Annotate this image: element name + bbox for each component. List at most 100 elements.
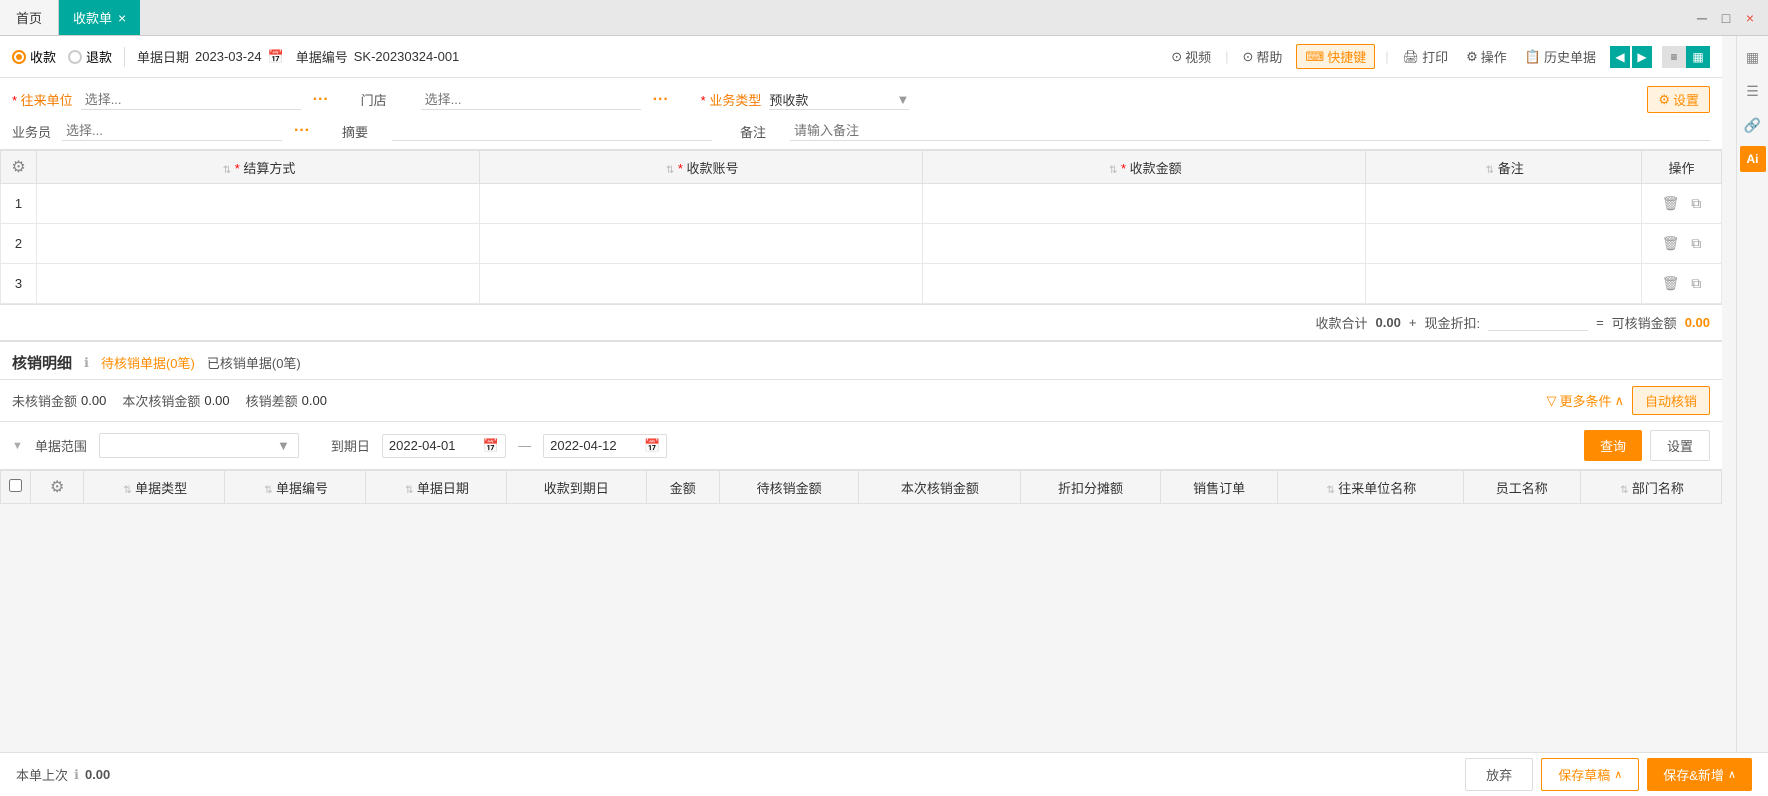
abandon-btn[interactable]: 放弃: [1465, 758, 1533, 791]
filter-right: 查询 设置: [1584, 430, 1710, 461]
footer-left: 本单上次 ℹ 0.00: [16, 765, 110, 784]
separator-1: [124, 47, 125, 67]
counterpart-more-btn[interactable]: ···: [309, 91, 333, 109]
save-draft-btn[interactable]: 保存草稿 ∧: [1541, 758, 1639, 791]
discount-input[interactable]: [1488, 315, 1588, 331]
settle-method-cell-2[interactable]: [37, 224, 480, 264]
store-more-btn[interactable]: ···: [649, 91, 673, 109]
list-view-btn[interactable]: ≡: [1662, 46, 1686, 68]
remark-cell-3[interactable]: [1366, 264, 1642, 304]
calendar-icon[interactable]: 📅: [268, 49, 284, 65]
delete-row-2-icon[interactable]: 🗑: [1662, 235, 1680, 251]
help-btn[interactable]: ⊙ 帮助: [1239, 45, 1287, 68]
unverified-label: 未核销金额: [12, 391, 77, 410]
query-btn[interactable]: 查询: [1584, 430, 1642, 461]
table-row: 2 🗑 ⧉: [1, 224, 1722, 264]
staff-input[interactable]: [62, 121, 282, 141]
store-label: 门店: [361, 90, 413, 109]
summary-input[interactable]: [392, 121, 712, 141]
amount-cell-2[interactable]: [923, 224, 1366, 264]
sort-settle-icon[interactable]: ⇅: [223, 165, 231, 176]
close-window-button[interactable]: ×: [1742, 10, 1758, 26]
date-from-calendar-icon[interactable]: 📅: [483, 438, 499, 454]
date-to-calendar-icon[interactable]: 📅: [644, 438, 660, 454]
date-from-input[interactable]: [389, 438, 479, 453]
sidebar-attachment-icon[interactable]: 🔗: [1740, 112, 1766, 138]
history-btn[interactable]: 📋 历史单据: [1521, 45, 1600, 68]
remark-cell-2[interactable]: [1366, 224, 1642, 264]
employee-col: 员工名称: [1463, 471, 1581, 504]
table-settings-icon[interactable]: ⚙: [11, 159, 25, 176]
current-verify-stat: 本次核销金额 0.00: [122, 391, 229, 410]
copy-row-3-icon[interactable]: ⧉: [1691, 275, 1701, 291]
sort-remark-icon[interactable]: ⇅: [1486, 165, 1494, 176]
date-to-input[interactable]: [550, 438, 640, 453]
done-tab[interactable]: 已核销单据(0笔): [207, 353, 301, 372]
sidebar-list-icon[interactable]: ☰: [1740, 78, 1766, 104]
tab-home[interactable]: 首页: [0, 0, 59, 35]
range-select[interactable]: ▼: [99, 433, 299, 458]
tab-receipt[interactable]: 收款单 ×: [59, 0, 140, 35]
footer: 本单上次 ℹ 0.00 放弃 保存草稿 ∧ 保存&新增 ∧: [0, 752, 1768, 796]
more-conditions-btn[interactable]: ▽ 更多条件 ∧: [1546, 391, 1624, 410]
amount-cell-3[interactable]: [923, 264, 1366, 304]
sidebar-table-icon[interactable]: ▦: [1740, 44, 1766, 70]
filter-setting-btn[interactable]: 设置: [1650, 430, 1710, 461]
verify-detail-table: ⚙ ⇅ 单据类型 ⇅ 单据编号 ⇅ 单据日期 收款到期日: [0, 470, 1722, 504]
store-input[interactable]: [421, 90, 641, 110]
range-select-arrow: ▼: [277, 438, 290, 453]
minimize-button[interactable]: ─: [1694, 10, 1710, 26]
shortcut-label: 快捷键: [1327, 47, 1366, 66]
bottom-table-settings-icon[interactable]: ⚙: [50, 479, 64, 496]
select-all-checkbox[interactable]: [9, 479, 22, 492]
verify-title: 核销明细: [12, 352, 72, 373]
receipt-radio[interactable]: 收款: [12, 47, 56, 66]
counterpart-input[interactable]: [81, 90, 301, 110]
settle-method-cell-3[interactable]: [37, 264, 480, 304]
amount-col-label: 收款金额: [1121, 161, 1182, 176]
refund-radio[interactable]: 退款: [68, 47, 112, 66]
account-cell-3[interactable]: [480, 264, 923, 304]
copy-row-1-icon[interactable]: ⧉: [1691, 195, 1701, 211]
save-new-btn[interactable]: 保存&新增 ∧: [1647, 758, 1752, 791]
print-btn[interactable]: 🖨 打印: [1399, 45, 1453, 68]
amount-cell-1[interactable]: [923, 184, 1366, 224]
date-range-dash: —: [518, 438, 531, 453]
maximize-button[interactable]: □: [1718, 10, 1734, 26]
sort-amount-icon[interactable]: ⇅: [1109, 165, 1117, 176]
sidebar-ai-icon[interactable]: Ai: [1740, 146, 1766, 172]
settle-col-label: 结算方式: [235, 161, 296, 176]
delete-row-3-icon[interactable]: 🗑: [1662, 275, 1680, 291]
verify-info-icon[interactable]: ℹ: [84, 355, 89, 371]
help-label: 帮助: [1256, 47, 1282, 66]
auto-verify-btn[interactable]: 自动核销: [1632, 386, 1710, 415]
settle-method-cell-1[interactable]: [37, 184, 480, 224]
form-view-btn[interactable]: ▦: [1686, 46, 1710, 68]
account-col: ⇅ 收款账号: [480, 151, 923, 184]
video-btn[interactable]: ⊙ 视频: [1167, 45, 1215, 68]
delete-row-1-icon[interactable]: 🗑: [1662, 195, 1680, 211]
view-toggle: ≡ ▦: [1662, 46, 1710, 68]
business-type-select[interactable]: 预收款 ▼: [769, 90, 909, 110]
settings-button[interactable]: ⚙ 设置: [1647, 86, 1710, 113]
remark-input[interactable]: [790, 121, 1710, 141]
prev-btn[interactable]: ◀: [1610, 46, 1630, 68]
staff-more-btn[interactable]: ···: [290, 122, 314, 140]
counterpart-label: 往来单位: [12, 90, 73, 109]
pending-tab[interactable]: 待核销单据(0笔): [101, 353, 195, 372]
receipt-radio-label: 收款: [30, 47, 56, 66]
operation-btn[interactable]: ⚙ 操作: [1462, 45, 1511, 68]
remark-cell-1[interactable]: [1366, 184, 1642, 224]
account-cell-1[interactable]: [480, 184, 923, 224]
stats-row: 未核销金额 0.00 本次核销金额 0.00 核销差额 0.00 ▽ 更多条件 …: [0, 380, 1722, 422]
table-row: 1 🗑 ⧉: [1, 184, 1722, 224]
account-cell-2[interactable]: [480, 224, 923, 264]
settings-gear-bottom-col: ⚙: [31, 471, 84, 504]
copy-row-2-icon[interactable]: ⧉: [1691, 235, 1701, 251]
shortcut-btn[interactable]: ⌨ 快捷键: [1296, 44, 1375, 69]
sort-account-icon[interactable]: ⇅: [666, 165, 674, 176]
next-btn[interactable]: ▶: [1632, 46, 1652, 68]
department-col-label: 部门名称: [1632, 481, 1684, 496]
receipt-tab-close[interactable]: ×: [118, 10, 126, 26]
current-verify-col-label: 本次核销金额: [901, 481, 979, 496]
